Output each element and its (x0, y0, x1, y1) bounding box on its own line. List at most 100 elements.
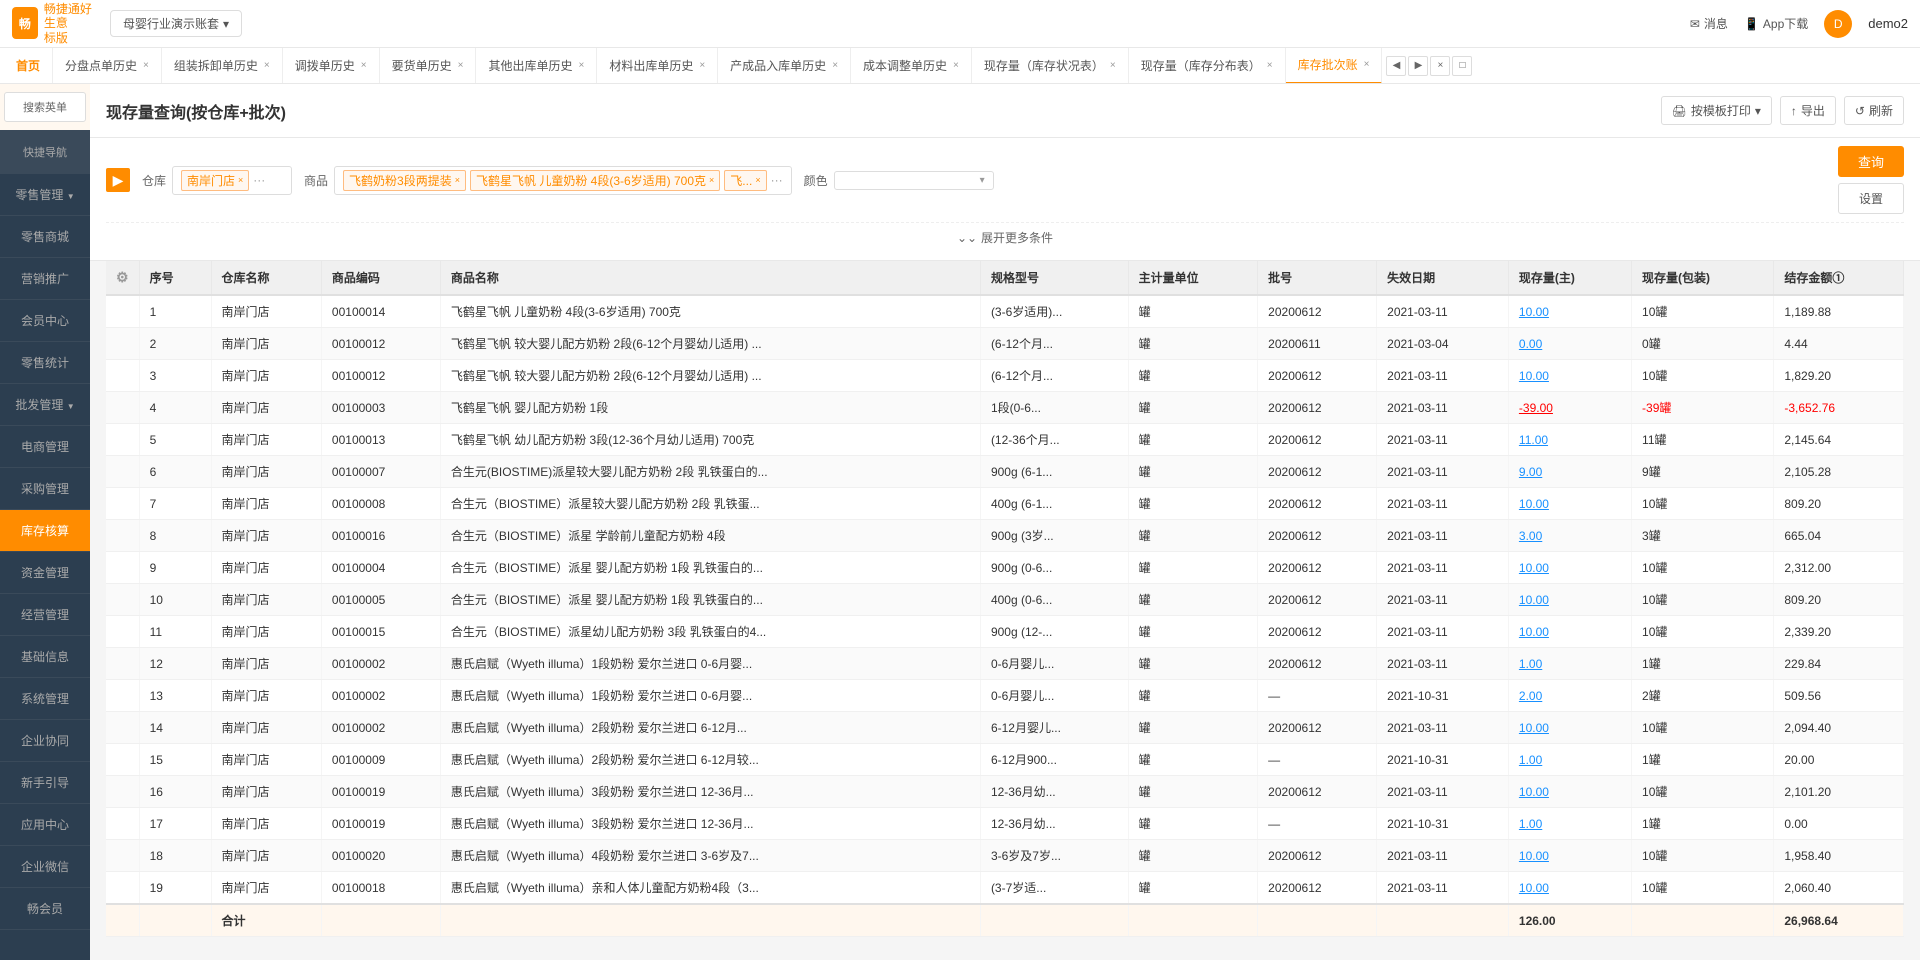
sidebar-item-marketing[interactable]: 营销推广 (0, 258, 90, 300)
cell-qty-main[interactable]: 10.00 (1508, 488, 1631, 520)
tab-调拨单历史[interactable]: 调拨单历史 × (283, 48, 380, 84)
sidebar-item-vip[interactable]: 畅会员 (0, 888, 90, 930)
sidebar-item-entweixin[interactable]: 企业微信 (0, 846, 90, 888)
nav-prev-arrow[interactable]: ◀ (1386, 56, 1406, 76)
tab-分盘点单历史[interactable]: 分盘点单历史 × (53, 48, 162, 84)
close-icon[interactable]: × (1267, 60, 1273, 71)
export-button[interactable]: ↑ 导出 (1780, 96, 1836, 125)
cell-qty-main[interactable]: 10.00 (1508, 360, 1631, 392)
quick-nav-button[interactable]: 快捷导航 (4, 138, 86, 166)
gear-icon[interactable]: ⚙ (116, 269, 129, 285)
sidebar-item-wholesale[interactable]: 批发管理 ▼ (0, 384, 90, 426)
cell-qty-main[interactable]: 9.00 (1508, 456, 1631, 488)
col-setting[interactable]: ⚙ (106, 261, 139, 295)
sidebar-item-appcenter[interactable]: 应用中心 (0, 804, 90, 846)
remove-goods-tag-3[interactable]: × (755, 175, 760, 185)
tab-材料出库单历史[interactable]: 材料出库单历史 × (597, 48, 718, 84)
cell-balance: 1,189.88 (1774, 295, 1904, 328)
more-warehouses[interactable]: ··· (253, 173, 265, 187)
col-unit: 主计量单位 (1128, 261, 1258, 295)
cell-qty-main[interactable]: 1.00 (1508, 808, 1631, 840)
tab-home[interactable]: 首页 (4, 48, 53, 84)
close-icon[interactable]: × (953, 60, 959, 71)
settings-button[interactable]: 设置 (1838, 183, 1904, 214)
sidebar-item-retail[interactable]: 零售管理 ▼ (0, 174, 90, 216)
tab-成本调整单历史[interactable]: 成本调整单历史 × (851, 48, 972, 84)
cell-qty-main[interactable]: 10.00 (1508, 776, 1631, 808)
query-button[interactable]: 查询 (1838, 146, 1904, 177)
color-filter: 颜色 ▾ (804, 171, 994, 190)
close-icon[interactable]: × (832, 60, 838, 71)
print-button[interactable]: 🖨 按模板打印 ▾ (1661, 96, 1772, 125)
cell-qty-main[interactable]: 10.00 (1508, 616, 1631, 648)
color-select[interactable]: ▾ (834, 171, 994, 190)
close-icon[interactable]: × (578, 60, 584, 71)
more-goods[interactable]: ··· (771, 173, 783, 187)
cell-qty-main[interactable]: 0.00 (1508, 328, 1631, 360)
sidebar-item-bizops[interactable]: 经营管理 (0, 594, 90, 636)
sidebar-item-inventory[interactable]: 库存核算 (0, 510, 90, 552)
cell-qty-main[interactable]: 10.00 (1508, 712, 1631, 744)
nav-next-arrow[interactable]: ▶ (1408, 56, 1428, 76)
close-icon[interactable]: × (1110, 60, 1116, 71)
sidebar-item-member[interactable]: 会员中心 (0, 300, 90, 342)
tab-产成品入库单历史[interactable]: 产成品入库单历史 × (718, 48, 851, 84)
tab-其他出库单历史[interactable]: 其他出库单历史 × (476, 48, 597, 84)
close-icon[interactable]: × (1364, 59, 1370, 70)
col-warehouse: 仓库名称 (211, 261, 321, 295)
avatar: D (1824, 10, 1852, 38)
warehouse-tag-group[interactable]: 南岸门店 × ··· (172, 166, 292, 195)
cell-qty-main[interactable]: 3.00 (1508, 520, 1631, 552)
cell-qty-main[interactable]: 10.00 (1508, 295, 1631, 328)
cell-warehouse: 南岸门店 (211, 872, 321, 905)
message-button[interactable]: ✉ 消息 (1690, 15, 1728, 32)
sidebar-item-mall[interactable]: 零售商城 (0, 216, 90, 258)
search-menu-button[interactable]: 搜索英单 (4, 92, 86, 122)
color-label: 颜色 (804, 172, 828, 189)
cell-qty-main[interactable]: 1.00 (1508, 744, 1631, 776)
cell-expire: 2021-03-11 (1377, 584, 1509, 616)
cell-qty-main[interactable]: 10.00 (1508, 552, 1631, 584)
sidebar-item-basic[interactable]: 基础信息 (0, 636, 90, 678)
tab-现存量库存分布表[interactable]: 现存量（库存分布表） × (1129, 48, 1286, 84)
nav-more-tabs[interactable]: □ (1452, 56, 1472, 76)
refresh-button[interactable]: ↺ 刷新 (1844, 96, 1904, 125)
close-icon[interactable]: × (361, 60, 367, 71)
cell-qty-main[interactable]: 10.00 (1508, 840, 1631, 872)
industry-selector[interactable]: 母婴行业演示账套 ▾ (110, 10, 242, 37)
remove-goods-tag-2[interactable]: × (709, 175, 714, 185)
cell-qty-main[interactable]: -39.00 (1508, 392, 1631, 424)
cell-qty-pack: 10罐 (1632, 488, 1774, 520)
remove-warehouse-tag[interactable]: × (238, 175, 243, 185)
cell-qty-main[interactable]: 1.00 (1508, 648, 1631, 680)
goods-tag-group[interactable]: 飞鹤奶粉3段两提装 × 飞鹤星飞帆 儿童奶粉 4段(3-6岁适用) 700克 ×… (334, 166, 792, 195)
cell-setting (106, 712, 139, 744)
tab-组装拆卸单历史[interactable]: 组装拆卸单历史 × (162, 48, 283, 84)
close-icon[interactable]: × (458, 60, 464, 71)
sidebar-item-ecom[interactable]: 电商管理 (0, 426, 90, 468)
close-icon[interactable]: × (143, 60, 149, 71)
close-icon[interactable]: × (264, 60, 270, 71)
sidebar-item-newguide[interactable]: 新手引导 (0, 762, 90, 804)
cell-qty-main[interactable]: 11.00 (1508, 424, 1631, 456)
app-download-button[interactable]: 📱 App下载 (1744, 15, 1808, 32)
sidebar-item-purchase[interactable]: 采购管理 (0, 468, 90, 510)
tab-现存量库存状况表[interactable]: 现存量（库存状况表） × (972, 48, 1129, 84)
sidebar-item-collab[interactable]: 企业协同 (0, 720, 90, 762)
sidebar-item-system[interactable]: 系统管理 (0, 678, 90, 720)
cell-qty-main[interactable]: 10.00 (1508, 872, 1631, 905)
filter-expand-arrow[interactable]: ▶ (106, 168, 130, 192)
cell-setting (106, 840, 139, 872)
nav-close-tab[interactable]: × (1430, 56, 1450, 76)
expand-more-filters[interactable]: ⌄⌄ 展开更多条件 (106, 222, 1904, 252)
cell-warehouse: 南岸门店 (211, 744, 321, 776)
cell-warehouse: 南岸门店 (211, 648, 321, 680)
cell-qty-main[interactable]: 10.00 (1508, 584, 1631, 616)
remove-goods-tag-1[interactable]: × (455, 175, 460, 185)
sidebar-item-finance[interactable]: 资金管理 (0, 552, 90, 594)
tab-库存批次账[interactable]: 库存批次账 × (1286, 48, 1383, 84)
sidebar-item-stats[interactable]: 零售统计 (0, 342, 90, 384)
close-icon[interactable]: × (699, 60, 705, 71)
tab-要货单历史[interactable]: 要货单历史 × (380, 48, 477, 84)
cell-qty-main[interactable]: 2.00 (1508, 680, 1631, 712)
